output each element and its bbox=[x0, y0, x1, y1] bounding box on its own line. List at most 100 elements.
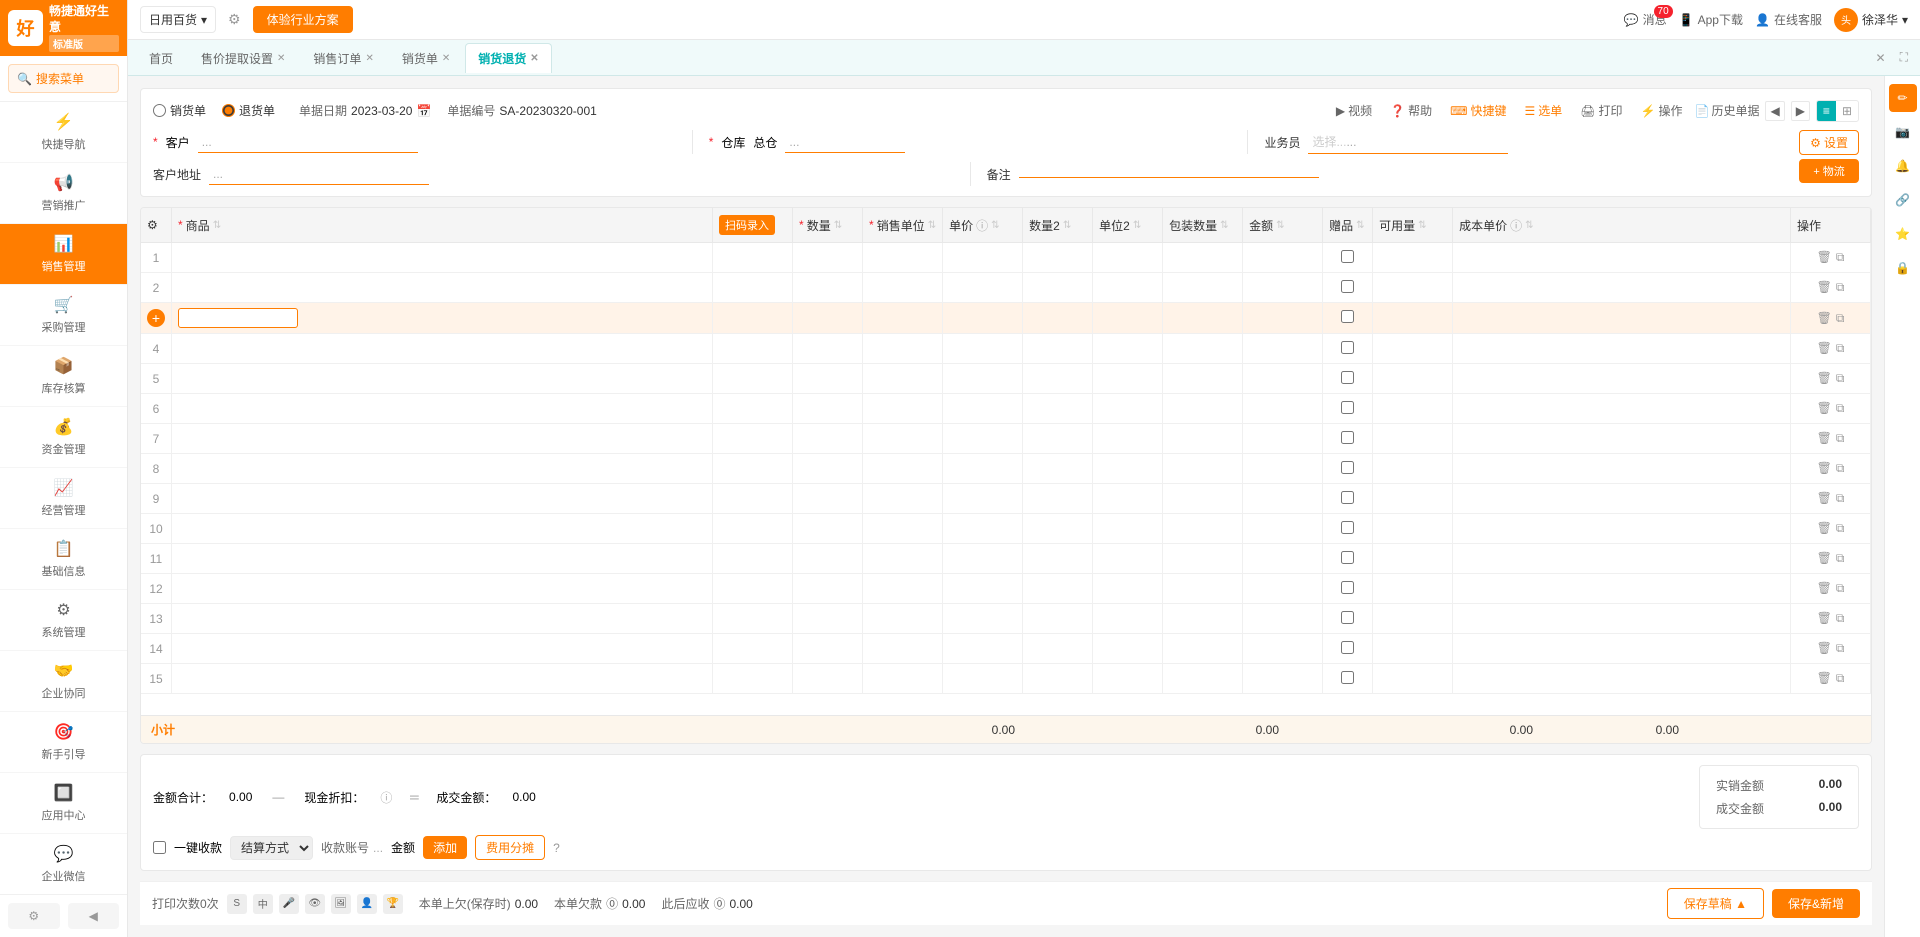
cell-price[interactable] bbox=[943, 544, 1023, 574]
cell-amount[interactable] bbox=[1243, 424, 1323, 454]
gift-checkbox[interactable] bbox=[1341, 461, 1354, 474]
cell-product[interactable] bbox=[172, 514, 713, 544]
delete-icon[interactable]: 🗑 bbox=[1817, 671, 1832, 685]
sort-unit[interactable]: ⇅ bbox=[928, 220, 936, 231]
radio-sales[interactable]: 销货单 bbox=[153, 102, 206, 119]
cell-price[interactable] bbox=[943, 303, 1023, 334]
cell-price[interactable] bbox=[943, 454, 1023, 484]
gift-checkbox[interactable] bbox=[1341, 310, 1354, 323]
operate-btn[interactable]: ⚡ 操作 bbox=[1635, 99, 1689, 122]
copy-icon[interactable]: ⧉ bbox=[1836, 551, 1845, 565]
cell-qty[interactable] bbox=[793, 243, 863, 273]
delete-icon[interactable]: 🗑 bbox=[1817, 371, 1832, 385]
sidebar-collapse-btn[interactable]: ◀ bbox=[68, 903, 120, 929]
cell-amount[interactable] bbox=[1243, 514, 1323, 544]
data-table-container[interactable]: ⚙ * 商品 ⇅ bbox=[141, 208, 1871, 715]
cell-pack-qty[interactable] bbox=[1163, 364, 1243, 394]
right-panel-lock-btn[interactable]: 🔒 bbox=[1889, 254, 1917, 282]
copy-icon[interactable]: ⧉ bbox=[1836, 431, 1845, 445]
exp-button[interactable]: 体验行业方案 bbox=[253, 6, 353, 33]
tab-sales-return-close[interactable]: ✕ bbox=[530, 53, 538, 64]
gift-checkbox[interactable] bbox=[1341, 581, 1354, 594]
gift-checkbox[interactable] bbox=[1341, 280, 1354, 293]
cell-product[interactable] bbox=[172, 243, 713, 273]
prev-btn[interactable]: ◀ bbox=[1765, 101, 1784, 121]
cell-amount[interactable] bbox=[1243, 303, 1323, 334]
cell-qty[interactable] bbox=[793, 634, 863, 664]
cell-pack-qty[interactable] bbox=[1163, 664, 1243, 694]
cell-amount[interactable] bbox=[1243, 394, 1323, 424]
cell-pack-qty[interactable] bbox=[1163, 574, 1243, 604]
copy-icon[interactable]: ⧉ bbox=[1836, 250, 1845, 264]
sort-pack[interactable]: ⇅ bbox=[1220, 220, 1228, 231]
radio-return-input[interactable] bbox=[222, 104, 235, 117]
cell-qty[interactable] bbox=[793, 394, 863, 424]
tab-sales-delivery-close[interactable]: ✕ bbox=[442, 53, 450, 64]
cell-unit2[interactable] bbox=[1093, 424, 1163, 454]
user-menu[interactable]: 头 徐泽华 ▾ bbox=[1834, 8, 1908, 32]
cell-unit[interactable] bbox=[863, 303, 943, 334]
cell-qty[interactable] bbox=[793, 303, 863, 334]
copy-icon[interactable]: ⧉ bbox=[1836, 401, 1845, 415]
sort-qty2[interactable]: ⇅ bbox=[1063, 220, 1071, 231]
one-click-payment-checkbox[interactable] bbox=[153, 841, 166, 854]
sidebar-item-operation[interactable]: 📈 经营管理 bbox=[0, 468, 127, 529]
icon-mic[interactable]: 🎤 bbox=[279, 894, 299, 914]
cell-product[interactable] bbox=[172, 484, 713, 514]
cell-unit2[interactable] bbox=[1093, 394, 1163, 424]
cell-product[interactable] bbox=[172, 364, 713, 394]
cell-qty[interactable] bbox=[793, 604, 863, 634]
delete-icon[interactable]: 🗑 bbox=[1817, 521, 1832, 535]
tab-price-close[interactable]: ✕ bbox=[277, 53, 285, 64]
industry-select[interactable]: 日用百货 ▾ bbox=[140, 6, 216, 33]
cell-product[interactable] bbox=[172, 424, 713, 454]
cell-unit2[interactable] bbox=[1093, 514, 1163, 544]
save-new-button[interactable]: 保存&新增 bbox=[1772, 889, 1860, 918]
list-view-btn[interactable]: ≡ bbox=[1817, 101, 1836, 121]
expense-help-icon[interactable]: ? bbox=[553, 841, 560, 855]
tab-sales-order[interactable]: 销售订单 ✕ bbox=[300, 43, 386, 73]
shortcut-btn[interactable]: ⌨ 快捷键 bbox=[1444, 99, 1512, 122]
sidebar-item-newbie[interactable]: 🎯 新手引导 bbox=[0, 712, 127, 773]
cell-qty[interactable] bbox=[793, 334, 863, 364]
gift-checkbox[interactable] bbox=[1341, 491, 1354, 504]
tab-price-setting[interactable]: 售价提取设置 ✕ bbox=[188, 43, 298, 73]
gift-checkbox[interactable] bbox=[1341, 401, 1354, 414]
tab-home[interactable]: 首页 bbox=[136, 43, 186, 73]
cell-qty2[interactable] bbox=[1023, 394, 1093, 424]
icon-img[interactable]: 🖼 bbox=[331, 894, 351, 914]
sidebar-item-appstore[interactable]: 🔲 应用中心 bbox=[0, 773, 127, 834]
right-panel-link-btn[interactable]: 🔗 bbox=[1889, 186, 1917, 214]
sort-price[interactable]: ⇅ bbox=[991, 220, 999, 231]
next-btn[interactable]: ▶ bbox=[1791, 101, 1810, 121]
cell-qty[interactable] bbox=[793, 484, 863, 514]
icon-zh[interactable]: 中 bbox=[253, 894, 273, 914]
cell-unit[interactable] bbox=[863, 604, 943, 634]
cell-pack-qty[interactable] bbox=[1163, 273, 1243, 303]
cell-amount[interactable] bbox=[1243, 664, 1323, 694]
cell-amount[interactable] bbox=[1243, 604, 1323, 634]
calc-method-select[interactable]: 结算方式 bbox=[230, 836, 313, 860]
gift-checkbox[interactable] bbox=[1341, 671, 1354, 684]
cell-unit[interactable] bbox=[863, 574, 943, 604]
cell-amount[interactable] bbox=[1243, 243, 1323, 273]
cell-qty[interactable] bbox=[793, 574, 863, 604]
cell-pack-qty[interactable] bbox=[1163, 303, 1243, 334]
expense-split-btn[interactable]: 费用分摊 bbox=[475, 835, 545, 860]
cell-product[interactable] bbox=[172, 394, 713, 424]
help-btn[interactable]: ❓ 帮助 bbox=[1384, 99, 1438, 122]
gift-checkbox[interactable] bbox=[1341, 250, 1354, 263]
cell-qty[interactable] bbox=[793, 514, 863, 544]
delete-icon[interactable]: 🗑 bbox=[1817, 250, 1832, 264]
sort-amount[interactable]: ⇅ bbox=[1276, 220, 1284, 231]
copy-icon[interactable]: ⧉ bbox=[1836, 280, 1845, 294]
right-panel-photo-btn[interactable]: 📷 bbox=[1889, 118, 1917, 146]
cell-product[interactable] bbox=[172, 574, 713, 604]
cell-price[interactable] bbox=[943, 634, 1023, 664]
cell-pack-qty[interactable] bbox=[1163, 454, 1243, 484]
gift-checkbox[interactable] bbox=[1341, 371, 1354, 384]
cell-qty[interactable] bbox=[793, 454, 863, 484]
delete-icon[interactable]: 🗑 bbox=[1817, 280, 1832, 294]
delete-icon[interactable]: 🗑 bbox=[1817, 641, 1832, 655]
sort-available[interactable]: ⇅ bbox=[1418, 220, 1426, 231]
